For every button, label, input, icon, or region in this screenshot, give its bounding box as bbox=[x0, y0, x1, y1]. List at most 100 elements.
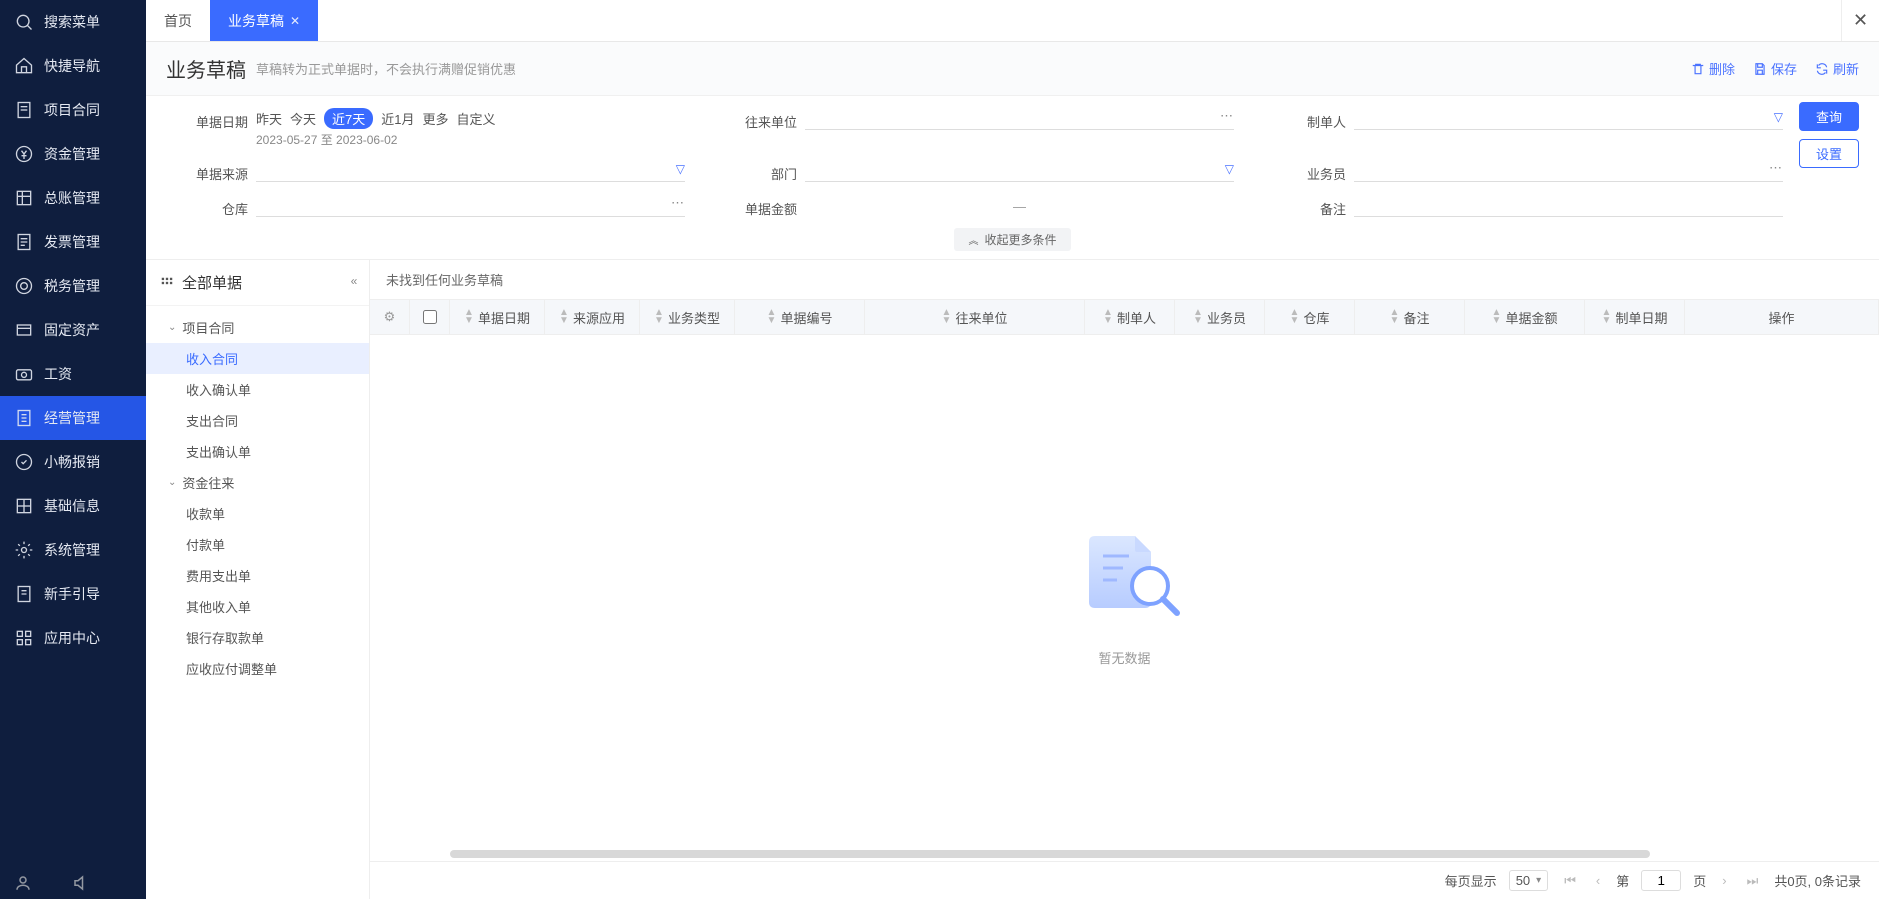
tree-item-1-2[interactable]: 费用支出单 bbox=[146, 560, 369, 591]
page-next[interactable]: › bbox=[1718, 873, 1730, 888]
col-10[interactable]: ▲▼制单日期 bbox=[1585, 300, 1685, 334]
sidebar-item-7[interactable]: 固定资产 bbox=[0, 308, 146, 352]
sort-icon: ▲▼ bbox=[767, 309, 777, 325]
refresh-action[interactable]: 刷新 bbox=[1815, 59, 1859, 78]
sidebar-item-12[interactable]: 系统管理 bbox=[0, 528, 146, 572]
sidebar-item-5[interactable]: 发票管理 bbox=[0, 220, 146, 264]
page-header: 业务草稿 草稿转为正式单据时，不会执行满赠促销优惠 删除 保存 刷新 bbox=[146, 42, 1879, 96]
tree-item-1-1[interactable]: 付款单 bbox=[146, 529, 369, 560]
sort-icon: ▲▼ bbox=[464, 309, 474, 325]
tree-item-0-0[interactable]: 收入合同 bbox=[146, 343, 369, 374]
tree-collapse-icon[interactable]: « bbox=[345, 272, 363, 290]
col-4[interactable]: ▲▼往来单位 bbox=[865, 300, 1085, 334]
bill-tree-pane: 全部单据 « ⌄项目合同收入合同收入确认单支出合同支出确认单⌄资金往来收款单付款… bbox=[146, 260, 370, 899]
warehouse-picker-icon[interactable]: ⋯ bbox=[671, 195, 685, 211]
page-input[interactable] bbox=[1641, 870, 1681, 891]
amount-dash: — bbox=[805, 195, 1234, 214]
sidebar-item-11[interactable]: 基础信息 bbox=[0, 484, 146, 528]
sidebar-item-1[interactable]: 快捷导航 bbox=[0, 44, 146, 88]
date-quick-4[interactable]: 更多 bbox=[423, 109, 449, 128]
tree-item-1-3[interactable]: 其他收入单 bbox=[146, 591, 369, 622]
maker-input[interactable] bbox=[1354, 108, 1783, 130]
volume-icon[interactable] bbox=[72, 874, 90, 892]
tree-item-1-5[interactable]: 应收应付调整单 bbox=[146, 653, 369, 684]
tree-item-0-1[interactable]: 收入确认单 bbox=[146, 374, 369, 405]
tree-group-1[interactable]: ⌄资金往来 bbox=[146, 467, 369, 498]
page-prev[interactable]: ‹ bbox=[1592, 873, 1604, 888]
warehouse-input[interactable] bbox=[256, 195, 685, 217]
horizontal-scrollbar[interactable] bbox=[370, 847, 1879, 861]
empty-notice: 未找到任何业务草稿 bbox=[370, 260, 1879, 299]
tab-1[interactable]: 业务草稿✕ bbox=[210, 0, 318, 41]
tree-item-0-2[interactable]: 支出合同 bbox=[146, 405, 369, 436]
col-1[interactable]: ▲▼来源应用 bbox=[545, 300, 640, 334]
settings-button[interactable]: 设置 bbox=[1799, 139, 1859, 168]
col-7[interactable]: ▲▼仓库 bbox=[1265, 300, 1355, 334]
empty-illustration-icon bbox=[1065, 516, 1185, 636]
gear-icon[interactable]: ⚙ bbox=[384, 309, 396, 325]
doc-icon bbox=[14, 100, 34, 120]
source-input[interactable] bbox=[256, 160, 685, 182]
apps-icon bbox=[14, 628, 34, 648]
save-action[interactable]: 保存 bbox=[1753, 59, 1797, 78]
partner-input[interactable] bbox=[805, 108, 1234, 130]
sidebar-item-4[interactable]: 总账管理 bbox=[0, 176, 146, 220]
sidebar-item-6[interactable]: 税务管理 bbox=[0, 264, 146, 308]
page-first[interactable]: ⏮ bbox=[1560, 873, 1580, 889]
sidebar-item-2[interactable]: 项目合同 bbox=[0, 88, 146, 132]
col-3[interactable]: ▲▼单据编号 bbox=[735, 300, 865, 334]
chevron-down-icon: ▾ bbox=[1536, 875, 1541, 886]
sort-icon: ▲▼ bbox=[1193, 309, 1203, 325]
page-last[interactable]: ⏭ bbox=[1743, 873, 1763, 889]
tabs-close-all[interactable]: ✕ bbox=[1841, 0, 1879, 41]
select-all-checkbox[interactable] bbox=[423, 310, 437, 324]
sidebar-item-13[interactable]: 新手引导 bbox=[0, 572, 146, 616]
col-8[interactable]: ▲▼备注 bbox=[1355, 300, 1465, 334]
col-5[interactable]: ▲▼制单人 bbox=[1085, 300, 1175, 334]
chevron-down-icon[interactable]: ▽ bbox=[676, 162, 685, 176]
col-9[interactable]: ▲▼单据金额 bbox=[1465, 300, 1585, 334]
grid-icon bbox=[160, 276, 174, 290]
collapse-conditions[interactable]: ︽ 收起更多条件 bbox=[954, 228, 1070, 251]
sales-picker-icon[interactable]: ⋯ bbox=[1769, 160, 1783, 176]
delete-action[interactable]: 删除 bbox=[1691, 59, 1735, 78]
page-size-select[interactable]: 50 ▾ bbox=[1509, 870, 1549, 891]
biz-icon bbox=[14, 408, 34, 428]
user-icon[interactable] bbox=[14, 874, 32, 892]
save-icon bbox=[1753, 62, 1767, 76]
query-button[interactable]: 查询 bbox=[1799, 102, 1859, 131]
ledger-icon bbox=[14, 188, 34, 208]
sales-input[interactable] bbox=[1354, 160, 1783, 182]
sort-icon: ▲▼ bbox=[1390, 309, 1400, 325]
sidebar-item-0[interactable]: 搜索菜单 bbox=[0, 0, 146, 44]
filters: 单据日期 昨天今天近7天近1月更多自定义 2023-05-27 至 2023-0… bbox=[146, 96, 1879, 259]
remark-input[interactable] bbox=[1354, 195, 1783, 217]
tab-0[interactable]: 首页 bbox=[146, 0, 210, 41]
col-11[interactable]: 操作 bbox=[1685, 300, 1879, 334]
dept-input[interactable] bbox=[805, 160, 1234, 182]
page-total: 共0页, 0条记录 bbox=[1774, 871, 1861, 890]
date-quick-3[interactable]: 近1月 bbox=[381, 109, 414, 128]
close-icon[interactable]: ✕ bbox=[290, 14, 300, 28]
date-quick-0[interactable]: 昨天 bbox=[256, 109, 282, 128]
tree-item-1-4[interactable]: 银行存取款单 bbox=[146, 622, 369, 653]
tree-item-1-0[interactable]: 收款单 bbox=[146, 498, 369, 529]
chevron-down-icon[interactable]: ▽ bbox=[1774, 110, 1783, 124]
col-0[interactable]: ▲▼单据日期 bbox=[450, 300, 545, 334]
date-quick-1[interactable]: 今天 bbox=[290, 109, 316, 128]
date-quick-5[interactable]: 自定义 bbox=[457, 109, 496, 128]
sidebar-item-14[interactable]: 应用中心 bbox=[0, 616, 146, 660]
date-quick-2[interactable]: 近7天 bbox=[324, 108, 373, 129]
col-6[interactable]: ▲▼业务员 bbox=[1175, 300, 1265, 334]
sidebar-item-10[interactable]: 小畅报销 bbox=[0, 440, 146, 484]
sidebar-item-3[interactable]: 资金管理 bbox=[0, 132, 146, 176]
sort-icon: ▲▼ bbox=[654, 309, 664, 325]
partner-picker-icon[interactable]: ⋯ bbox=[1220, 108, 1234, 124]
sidebar-item-9[interactable]: 经营管理 bbox=[0, 396, 146, 440]
chevron-down-icon[interactable]: ▽ bbox=[1225, 162, 1234, 176]
double-chevron-up-icon: ︽ bbox=[968, 232, 978, 247]
tree-group-0[interactable]: ⌄项目合同 bbox=[146, 312, 369, 343]
col-2[interactable]: ▲▼业务类型 bbox=[640, 300, 735, 334]
tree-item-0-3[interactable]: 支出确认单 bbox=[146, 436, 369, 467]
sidebar-item-8[interactable]: 工资 bbox=[0, 352, 146, 396]
